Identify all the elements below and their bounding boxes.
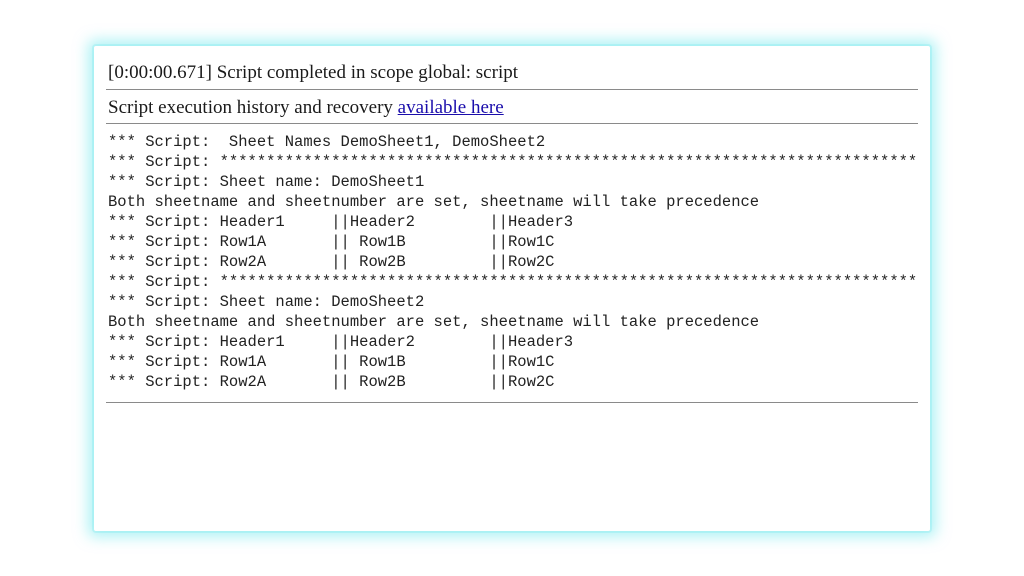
history-link[interactable]: available here bbox=[398, 97, 504, 118]
divider bbox=[106, 402, 918, 403]
divider bbox=[106, 89, 918, 90]
output-panel: [0:00:00.671] Script completed in scope … bbox=[94, 46, 930, 531]
divider bbox=[106, 123, 918, 124]
completion-message: [0:00:00.671] Script completed in scope … bbox=[108, 60, 918, 86]
history-line: Script execution history and recovery av… bbox=[108, 97, 918, 119]
script-log: *** Script: Sheet Names DemoSheet1, Demo… bbox=[108, 132, 918, 392]
history-prefix: Script execution history and recovery bbox=[108, 97, 398, 118]
